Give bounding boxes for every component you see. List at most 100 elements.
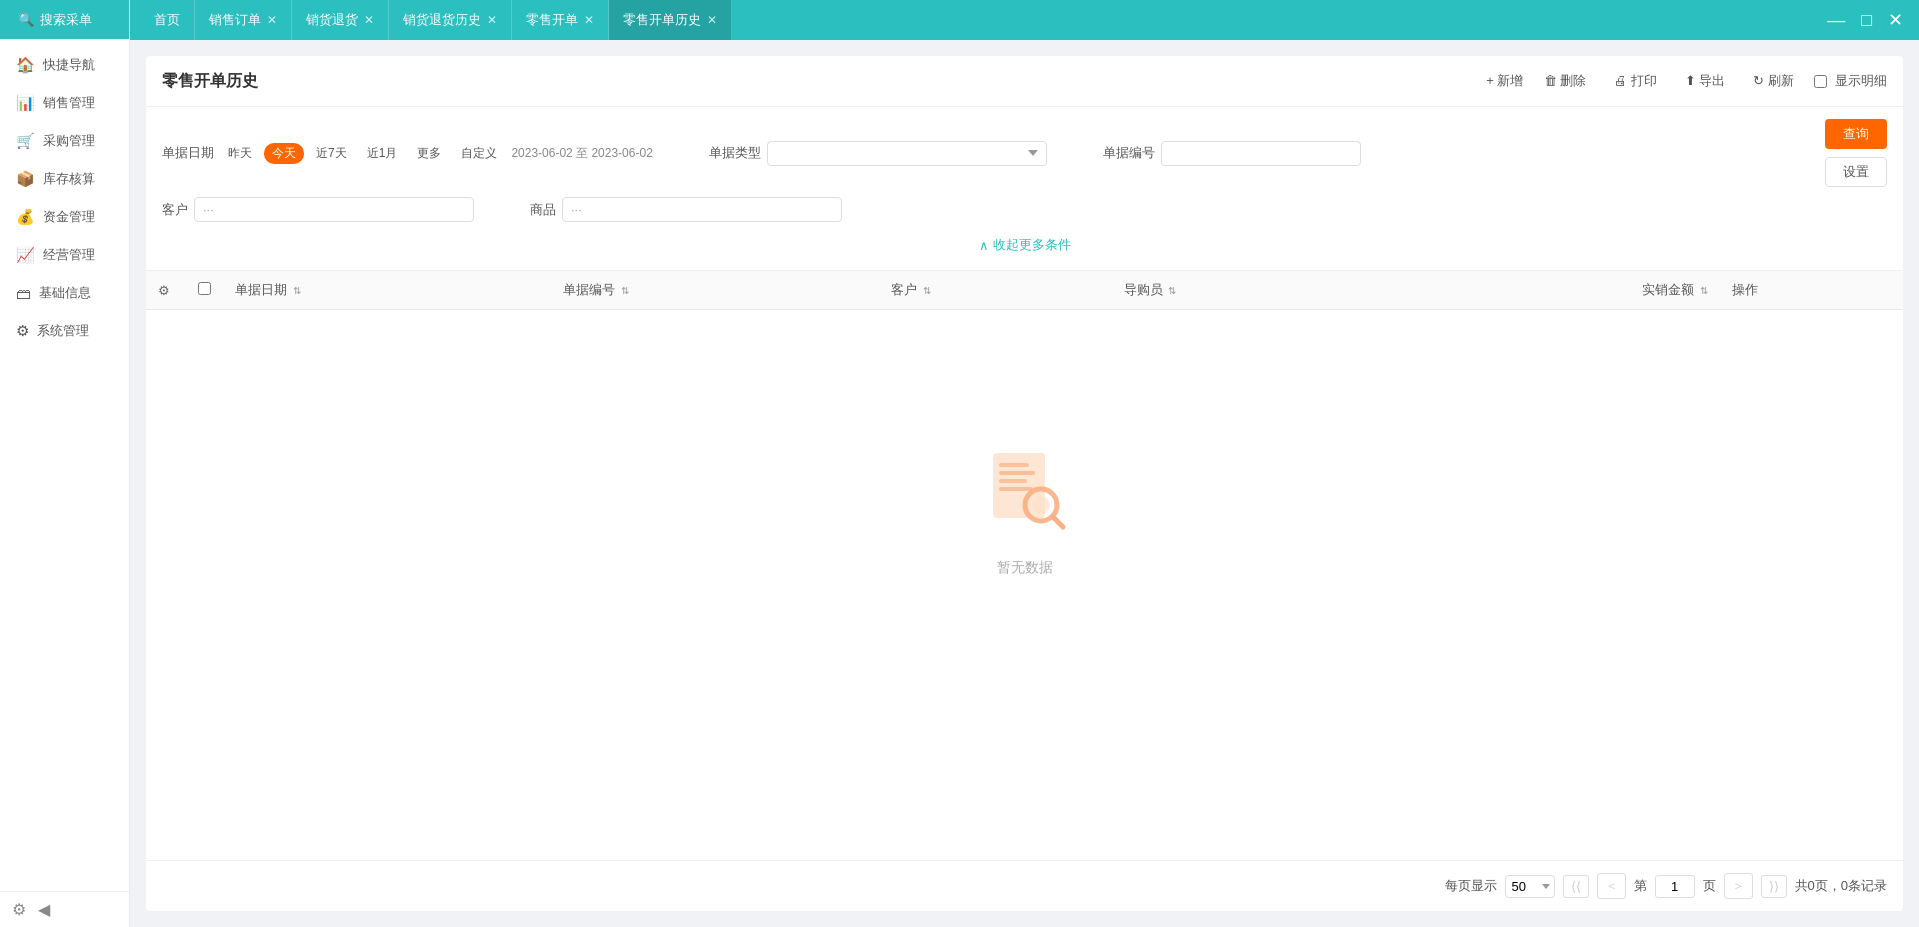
sidebar-label-basic-info: 基础信息 <box>39 284 91 302</box>
tab-sales-return[interactable]: 销货退货 ✕ <box>292 0 389 40</box>
order-no-input[interactable] <box>1161 141 1361 166</box>
sidebar-item-basic-info[interactable]: 🗃基础信息 <box>0 274 129 312</box>
display-toggle[interactable]: 显示明细 <box>1814 72 1887 90</box>
minimize-btn[interactable]: — <box>1821 8 1851 33</box>
total-info: 共0页，0条记录 <box>1795 877 1887 895</box>
svg-rect-1 <box>999 463 1029 467</box>
tab-retail-open[interactable]: 零售开单✕ <box>512 0 609 40</box>
tab-sales-order[interactable]: 销售订单✕ <box>195 0 292 40</box>
tab-sales-return-history[interactable]: 销货退货历史 ✕ <box>389 0 512 40</box>
sidebar-search-btn[interactable]: 🔍 搜索采单 <box>0 0 129 40</box>
sidebar-label-sales-mgmt: 销售管理 <box>43 94 95 112</box>
last-page-btn[interactable]: ⟩⟩ <box>1761 875 1787 898</box>
tab-close-sales-order[interactable]: ✕ <box>267 13 277 27</box>
select-all-checkbox[interactable] <box>198 282 211 295</box>
sidebar-search-label: 搜索采单 <box>40 11 92 29</box>
date-btn-1month[interactable]: 近1月 <box>359 143 406 164</box>
sidebar-icon-operations: 📈 <box>16 246 35 264</box>
col-salesperson-sort-icon[interactable]: ⇅ <box>1168 285 1176 296</box>
tab-label-sales-return-history: 销货退货历史 <box>403 11 481 29</box>
new-button[interactable]: + 新增 <box>1486 72 1523 90</box>
sidebar-label-operations: 经营管理 <box>43 246 95 264</box>
export-button[interactable]: ⬆ 导出 <box>1677 68 1734 94</box>
query-button[interactable]: 查询 <box>1825 119 1887 149</box>
prev-page-btn[interactable]: ＜ <box>1597 873 1626 899</box>
page-number-input[interactable] <box>1655 875 1695 898</box>
table-header-row: ⚙ 单据日期 ⇅ 单据编号 ⇅ <box>146 271 1903 310</box>
toolbar: + 新增 🗑 删除 🖨 打印 ⬆ 导出 ↻ 刷新 显示明细 <box>1486 68 1887 94</box>
tab-home[interactable]: 首页 <box>140 0 195 40</box>
page-label-suffix: 页 <box>1703 877 1716 895</box>
sidebar-item-quick-nav[interactable]: 🏠快捷导航 <box>0 46 129 84</box>
collapse-sidebar-btn[interactable]: ◀ <box>38 900 50 919</box>
order-no-filter: 单据编号 <box>1103 141 1361 166</box>
sidebar-icon-system-mgmt: ⚙ <box>16 322 29 340</box>
date-btn-today[interactable]: 今天 <box>264 143 304 164</box>
sidebar-label-purchase-mgmt: 采购管理 <box>43 132 95 150</box>
svg-rect-3 <box>999 479 1027 483</box>
first-page-btn[interactable]: ⟨⟨ <box>1563 875 1589 898</box>
sidebar-item-system-mgmt[interactable]: ⚙系统管理 <box>0 312 129 350</box>
tab-close-sales-return[interactable]: ✕ <box>364 13 374 27</box>
filter-area: 单据日期 昨天 今天 近7天 近1月 更多 自定义 2023-06-02 至 2… <box>146 107 1903 271</box>
settings-footer-icon[interactable]: ⚙ <box>12 900 26 919</box>
tab-close-sales-return-history[interactable]: ✕ <box>487 13 497 27</box>
col-date-label: 单据日期 <box>235 282 287 297</box>
per-page-select[interactable]: 50 20 100 <box>1505 875 1555 898</box>
date-range-display: 2023-06-02 至 2023-06-02 <box>511 145 652 162</box>
order-type-label: 单据类型 <box>709 144 761 162</box>
tab-close-retail-open[interactable]: ✕ <box>584 13 594 27</box>
empty-state: 暂无数据 <box>146 310 1903 710</box>
main-content: 零售开单历史 + 新增 🗑 删除 🖨 打印 ⬆ 导出 ↻ 刷新 显示明细 单据日… <box>130 40 1919 927</box>
order-type-select[interactable] <box>767 141 1047 166</box>
table-area: ⚙ 单据日期 ⇅ 单据编号 ⇅ <box>146 271 1903 860</box>
page-label-prefix: 第 <box>1634 877 1647 895</box>
col-customer-sort-icon[interactable]: ⇅ <box>923 285 931 296</box>
col-amount-label: 实销金额 <box>1642 282 1694 297</box>
col-salesperson: 导购员 ⇅ <box>1112 271 1392 310</box>
table-settings-icon[interactable]: ⚙ <box>158 283 170 298</box>
sidebar-item-purchase-mgmt[interactable]: 🛒采购管理 <box>0 122 129 160</box>
svg-line-7 <box>1053 517 1063 527</box>
tab-close-retail-history[interactable]: ✕ <box>707 13 717 27</box>
empty-text: 暂无数据 <box>997 559 1053 577</box>
date-filter-label: 单据日期 <box>162 144 214 162</box>
col-amount-sort-icon[interactable]: ⇅ <box>1700 285 1708 296</box>
sidebar-icon-quick-nav: 🏠 <box>16 56 35 74</box>
per-page-label: 每页显示 <box>1445 877 1497 895</box>
close-btn[interactable]: ✕ <box>1882 7 1909 33</box>
date-btn-more[interactable]: 更多 <box>409 143 449 164</box>
svg-rect-4 <box>999 487 1033 491</box>
sidebar: 🔍 搜索采单 🏠快捷导航 📊 销售管理 🛒采购管理📦库存核算 💰 资金管理 📈 经营管理 🗃基础… <box>0 0 130 927</box>
print-button[interactable]: 🖨 打印 <box>1606 68 1665 94</box>
customer-input[interactable]: ··· <box>194 197 474 222</box>
maximize-btn[interactable]: □ <box>1855 8 1878 33</box>
date-btn-custom[interactable]: 自定义 <box>453 143 505 164</box>
sidebar-label-finance: 资金管理 <box>43 208 95 226</box>
col-date-sort-icon[interactable]: ⇅ <box>293 285 301 296</box>
tab-label-sales-return: 销货退货 <box>306 11 358 29</box>
svg-point-6 <box>1032 496 1050 514</box>
product-dots: ··· <box>571 202 582 217</box>
delete-button[interactable]: 🗑 删除 <box>1536 68 1595 94</box>
date-btn-yesterday[interactable]: 昨天 <box>220 143 260 164</box>
sidebar-item-operations[interactable]: 📈 经营管理 <box>0 236 129 274</box>
filter-row-1: 单据日期 昨天 今天 近7天 近1月 更多 自定义 2023-06-02 至 2… <box>162 119 1887 187</box>
col-date: 单据日期 ⇅ <box>223 271 551 310</box>
tab-retail-history[interactable]: 零售开单历史✕ <box>609 0 732 40</box>
product-input[interactable]: ··· <box>562 197 842 222</box>
sidebar-item-inventory[interactable]: 📦库存核算 <box>0 160 129 198</box>
col-order-no-sort-icon[interactable]: ⇅ <box>621 285 629 296</box>
next-page-btn[interactable]: ＞ <box>1724 873 1753 899</box>
refresh-button[interactable]: ↻ 刷新 <box>1745 68 1802 94</box>
sidebar-item-sales-mgmt[interactable]: 📊 销售管理 <box>0 84 129 122</box>
collapse-filter-btn[interactable]: ∧ 收起更多条件 <box>162 232 1887 258</box>
setting-button[interactable]: 设置 <box>1825 157 1887 187</box>
display-toggle-checkbox[interactable] <box>1814 75 1827 88</box>
sidebar-item-finance[interactable]: 💰 资金管理 <box>0 198 129 236</box>
date-btn-7days[interactable]: 近7天 <box>308 143 355 164</box>
sidebar-icon-sales-mgmt: 📊 <box>16 94 35 112</box>
filter-row-2: 客户 ··· 商品 ··· <box>162 197 1887 222</box>
sidebar-icon-finance: 💰 <box>16 208 35 226</box>
table-header: ⚙ 单据日期 ⇅ 单据编号 ⇅ <box>146 271 1903 310</box>
